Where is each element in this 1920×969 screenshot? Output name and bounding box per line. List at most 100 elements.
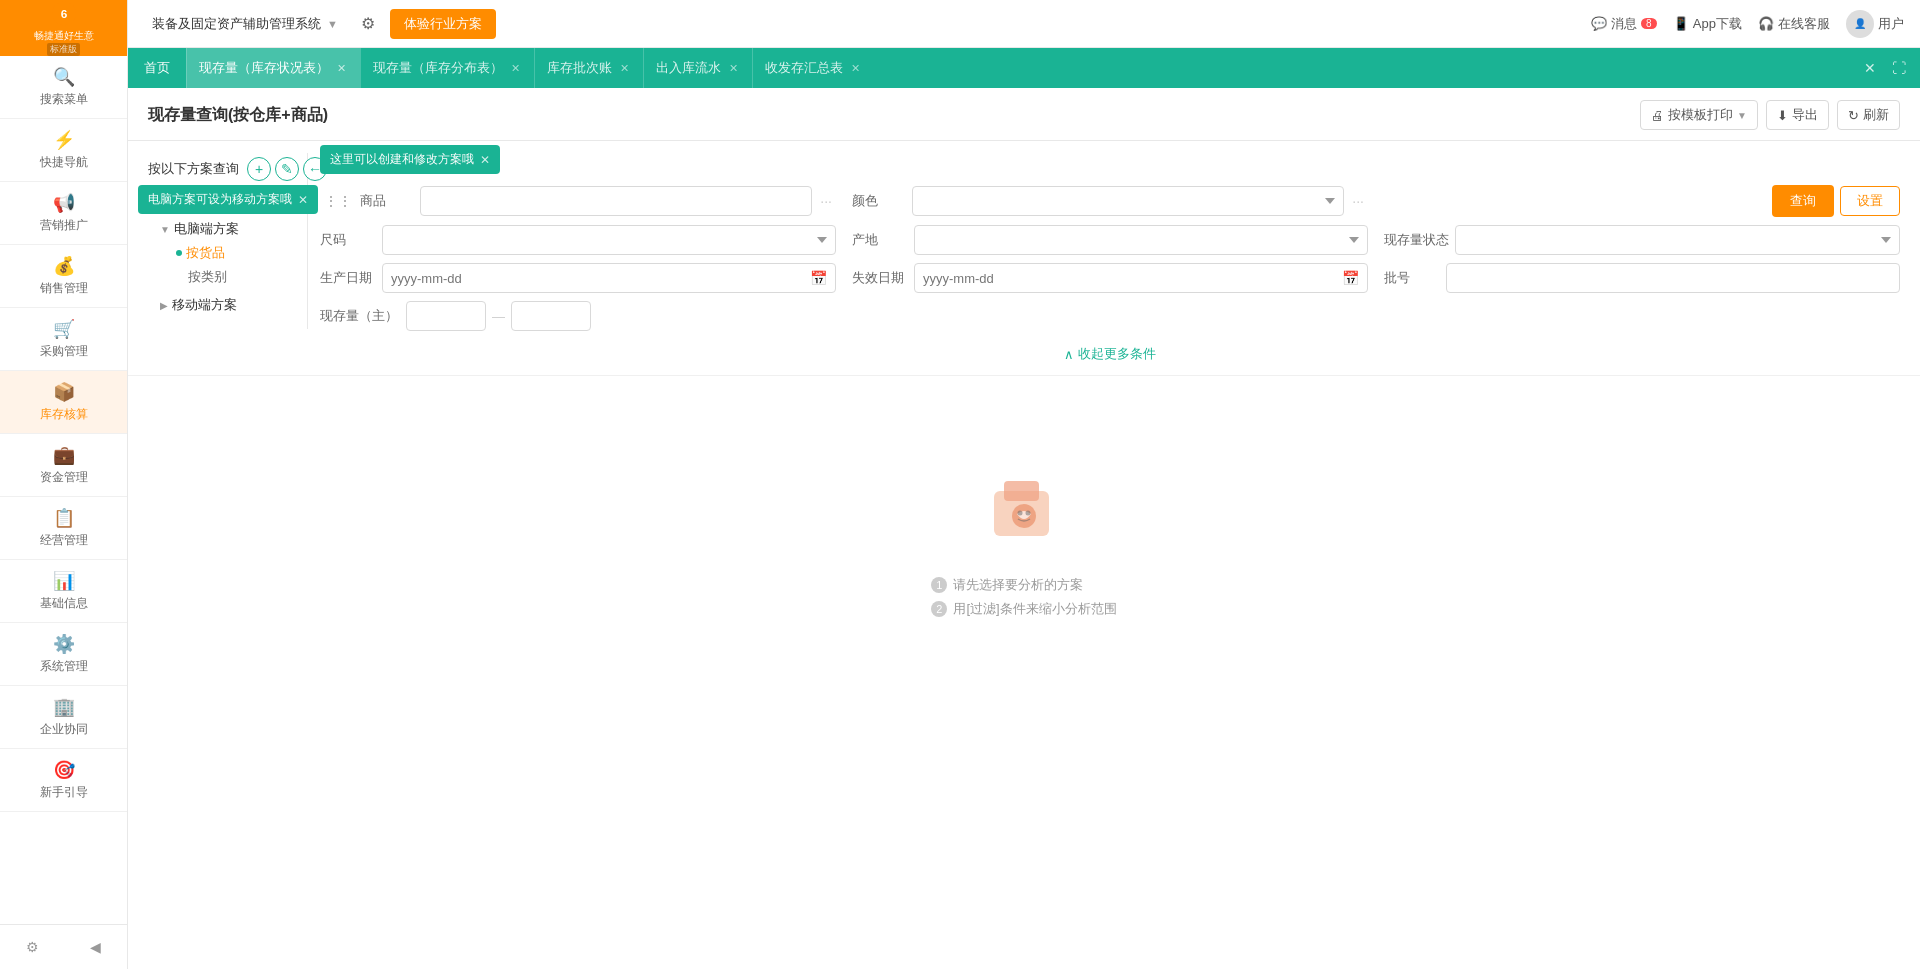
scheme-item-goods[interactable]: 按货品	[156, 241, 299, 265]
page-title: 现存量查询(按仓库+商品)	[148, 105, 328, 126]
tab-inventory-status-close[interactable]: ✕	[335, 60, 348, 77]
sidebar-footer: ⚙ ◀	[0, 924, 127, 969]
collapse-btn[interactable]: ∧ 收起更多条件	[1064, 345, 1156, 363]
goods-input[interactable]	[420, 186, 812, 216]
collapse-label: 收起更多条件	[1078, 345, 1156, 363]
create-tooltip-close[interactable]: ✕	[480, 153, 490, 167]
scheme-item-category[interactable]: 按类别	[156, 265, 299, 289]
tab-home-label: 首页	[144, 59, 170, 77]
tab-batch-account[interactable]: 库存批次账 ✕	[534, 48, 643, 88]
scheme-group-desktop-header[interactable]: ▼ 电脑端方案	[156, 217, 299, 241]
goods-dots-btn[interactable]: ⋮⋮	[320, 193, 356, 209]
sidebar-item-system[interactable]: ⚙️ 系统管理	[0, 623, 127, 686]
filter-header: 按以下方案查询 + ✎ ←	[148, 157, 299, 181]
sidebar-label-search: 搜索菜单	[40, 91, 88, 108]
sidebar-item-sales[interactable]: 💰 销售管理	[0, 245, 127, 308]
batch-input[interactable]	[1446, 263, 1900, 293]
page-header: 现存量查询(按仓库+商品) 🖨 按模板打印 ▼ ⬇ 导出 ↻ 刷新	[128, 88, 1920, 141]
tab-close-all-btn[interactable]: ✕	[1858, 56, 1882, 80]
online-support-btn[interactable]: 🎧 在线客服	[1758, 15, 1830, 33]
scheme-group-mobile: ▶ 移动端方案	[156, 293, 299, 317]
filter-edit-btn[interactable]: ✎	[275, 157, 299, 181]
print-btn[interactable]: 🖨 按模板打印 ▼	[1640, 100, 1758, 130]
size-field: 尺码	[320, 225, 836, 255]
expire-date-input[interactable]: 📅	[914, 263, 1368, 293]
stock-status-select[interactable]	[1455, 225, 1900, 255]
tab-receive-summary[interactable]: 收发存汇总表 ✕	[752, 48, 874, 88]
query-btn[interactable]: 查询	[1772, 185, 1834, 217]
batch-field: 批号	[1384, 263, 1900, 293]
svg-point-6	[1026, 511, 1031, 516]
svg-point-5	[1018, 511, 1023, 516]
print-icon: 🖨	[1651, 108, 1664, 123]
sidebar-item-management[interactable]: 📋 经营管理	[0, 497, 127, 560]
filter-row-4: 现存量（主） —	[320, 301, 1900, 331]
sidebar-item-assets[interactable]: 💼 资金管理	[0, 434, 127, 497]
empty-tip-2-text: 用[过滤]条件来缩小分析范围	[953, 600, 1116, 618]
stock-main-min[interactable]	[406, 301, 486, 331]
tab-inventory-status[interactable]: 现存量（库存状况表） ✕	[186, 48, 360, 88]
export-btn[interactable]: ⬇ 导出	[1766, 100, 1829, 130]
settings-gear-btn[interactable]: ⚙	[354, 10, 382, 38]
color-select[interactable]	[912, 186, 1344, 216]
origin-select[interactable]	[914, 225, 1368, 255]
sidebar-label-purchase: 采购管理	[40, 343, 88, 360]
content-inner: 现存量查询(按仓库+商品) 🖨 按模板打印 ▼ ⬇ 导出 ↻ 刷新	[128, 88, 1920, 969]
goods-label: 商品	[360, 192, 416, 210]
calendar-icon-produce: 📅	[810, 270, 827, 286]
refresh-btn[interactable]: ↻ 刷新	[1837, 100, 1900, 130]
sidebar-item-search[interactable]: 🔍 搜索菜单	[0, 56, 127, 119]
produce-date-text[interactable]	[391, 271, 804, 286]
scheme-mobile-label: 移动端方案	[172, 296, 237, 314]
scheme-group-mobile-header[interactable]: ▶ 移动端方案	[156, 293, 299, 317]
sidebar-item-purchase[interactable]: 🛒 采购管理	[0, 308, 127, 371]
brand-name: 畅捷通好生意	[34, 29, 94, 42]
sidebar-item-quick-nav[interactable]: ⚡ 快捷导航	[0, 119, 127, 182]
origin-field: 产地	[852, 225, 1368, 255]
sidebar-item-inventory[interactable]: 📦 库存核算	[0, 371, 127, 434]
tab-bar-right: ✕ ⛶	[1850, 48, 1920, 88]
system-selector[interactable]: 装备及固定资产辅助管理系统 ▼	[144, 11, 346, 37]
experience-btn[interactable]: 体验行业方案	[390, 9, 496, 39]
tab-inout-flow-close[interactable]: ✕	[727, 60, 740, 77]
empty-tip-1: 1 请先选择要分析的方案	[931, 576, 1116, 594]
sidebar-item-guide[interactable]: 🎯 新手引导	[0, 749, 127, 812]
tab-inventory-dist[interactable]: 现存量（库存分布表） ✕	[360, 48, 534, 88]
filter-section: 按以下方案查询 + ✎ ←	[128, 141, 1920, 376]
produce-date-input[interactable]: 📅	[382, 263, 836, 293]
goods-more-btn[interactable]: ···	[816, 193, 836, 209]
messages-btn[interactable]: 💬 消息 8	[1591, 15, 1657, 33]
empty-state: 1 请先选择要分析的方案 2 用[过滤]条件来缩小分析范围	[128, 376, 1920, 704]
tab-batch-account-close[interactable]: ✕	[618, 60, 631, 77]
system-dropdown-icon: ▼	[327, 18, 338, 30]
scheme-tooltip-close[interactable]: ✕	[298, 193, 308, 207]
tab-receive-summary-close[interactable]: ✕	[849, 60, 862, 77]
stock-main-max[interactable]	[511, 301, 591, 331]
top-header: 装备及固定资产辅助管理系统 ▼ ⚙ 体验行业方案 💬 消息 8 📱 App下载 …	[128, 0, 1920, 48]
scheme-desktop-label: 电脑端方案	[174, 220, 239, 238]
sidebar-label-system: 系统管理	[40, 658, 88, 675]
user-menu[interactable]: 👤 用户	[1846, 10, 1904, 38]
message-icon: 💬	[1591, 16, 1607, 31]
expire-date-text[interactable]	[923, 271, 1336, 286]
color-more-btn[interactable]: ···	[1348, 193, 1368, 209]
sidebar-settings-btn[interactable]: ⚙	[18, 935, 47, 959]
tab-inout-flow[interactable]: 出入库流水 ✕	[643, 48, 752, 88]
sidebar-item-enterprise[interactable]: 🏢 企业协同	[0, 686, 127, 749]
setting-btn[interactable]: 设置	[1840, 186, 1900, 216]
inventory-icon: 📦	[53, 381, 75, 403]
app-download-btn[interactable]: 📱 App下载	[1673, 15, 1742, 33]
size-select[interactable]	[382, 225, 836, 255]
sidebar-item-marketing[interactable]: 📢 营销推广	[0, 182, 127, 245]
create-tooltip-text: 这里可以创建和修改方案哦	[330, 151, 474, 168]
tab-expand-btn[interactable]: ⛶	[1886, 56, 1912, 80]
app-download-label: App下载	[1693, 15, 1742, 33]
tab-home[interactable]: 首页	[128, 48, 186, 88]
chevron-down-icon: ▼	[160, 224, 170, 235]
sidebar-item-base-info[interactable]: 📊 基础信息	[0, 560, 127, 623]
assets-icon: 💼	[53, 444, 75, 466]
filter-add-btn[interactable]: +	[247, 157, 271, 181]
sidebar-collapse-btn[interactable]: ◀	[82, 935, 109, 959]
tab-inventory-dist-close[interactable]: ✕	[509, 60, 522, 77]
empty-tips: 1 请先选择要分析的方案 2 用[过滤]条件来缩小分析范围	[931, 576, 1116, 624]
